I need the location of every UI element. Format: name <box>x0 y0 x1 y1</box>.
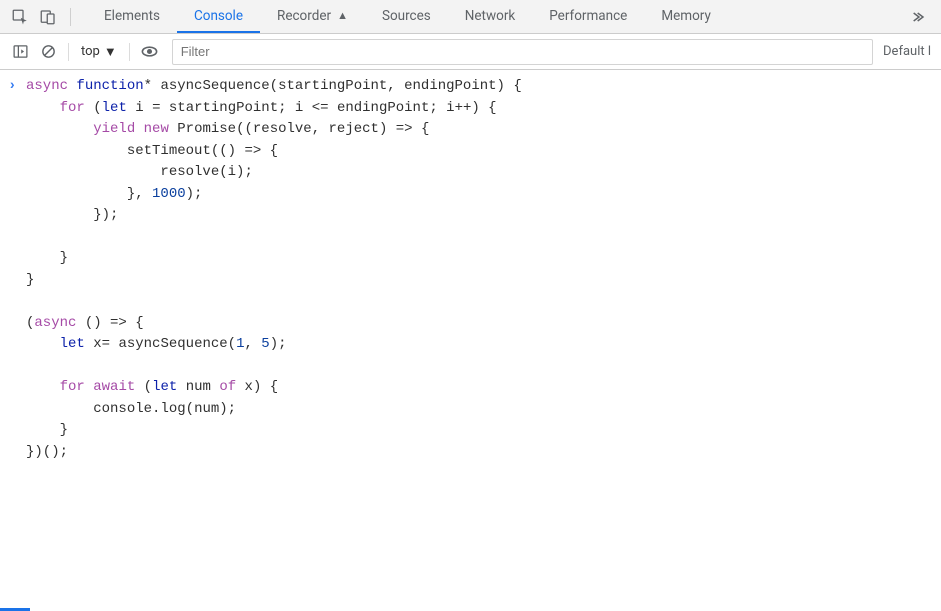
select-element-icon[interactable] <box>6 3 34 31</box>
tab-sources[interactable]: Sources <box>365 0 448 33</box>
separator <box>129 43 130 61</box>
clear-console-icon[interactable] <box>34 38 62 66</box>
tab-network[interactable]: Network <box>448 0 532 33</box>
console-body: › async function* asyncSequence(starting… <box>0 70 941 471</box>
devtools-topbar: Elements Console Recorder▲ Sources Netwo… <box>0 0 941 34</box>
tab-performance[interactable]: Performance <box>532 0 644 33</box>
sidebar-toggle-icon[interactable] <box>6 38 34 66</box>
console-input-line[interactable]: › async function* asyncSequence(starting… <box>8 76 933 463</box>
tab-memory[interactable]: Memory <box>644 0 728 33</box>
tab-elements[interactable]: Elements <box>87 0 177 33</box>
separator <box>68 43 69 61</box>
beta-icon: ▲ <box>337 9 348 22</box>
console-toolbar: top ▼ Default l <box>0 34 941 70</box>
code-block: async function* asyncSequence(startingPo… <box>26 76 522 463</box>
caret-down-icon: ▼ <box>104 44 117 60</box>
live-expression-icon[interactable] <box>136 38 164 66</box>
tab-recorder[interactable]: Recorder▲ <box>260 0 365 33</box>
toggle-device-icon[interactable] <box>34 3 62 31</box>
prompt-icon: › <box>8 76 26 98</box>
more-tabs-icon[interactable] <box>903 3 931 31</box>
tabs-container: Elements Console Recorder▲ Sources Netwo… <box>87 0 728 33</box>
context-selector[interactable]: top ▼ <box>75 44 123 60</box>
context-label: top <box>81 44 100 59</box>
tab-console[interactable]: Console <box>177 0 260 33</box>
levels-dropdown[interactable]: Default l <box>883 44 935 59</box>
separator <box>70 8 71 26</box>
filter-input[interactable] <box>172 39 873 65</box>
